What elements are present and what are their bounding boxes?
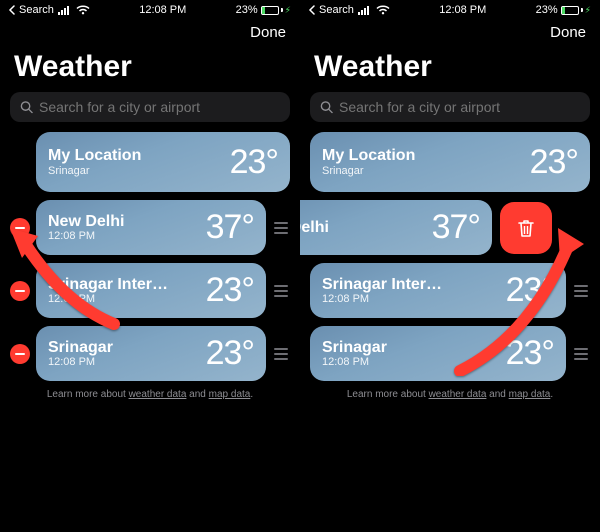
chevron-left-icon	[8, 5, 15, 15]
city-name: ew Delhi	[300, 219, 329, 237]
learn-more-footer: Learn more about weather data and map da…	[0, 389, 300, 400]
status-time: 12:08 PM	[439, 4, 486, 16]
learn-more-footer: Learn more about weather data and map da…	[300, 389, 600, 400]
city-row-my-location[interactable]: My Location Srinagar 23°	[310, 132, 590, 192]
weather-data-link[interactable]: weather data	[429, 389, 487, 400]
remove-city-button[interactable]	[10, 344, 30, 364]
remove-city-button[interactable]	[10, 218, 30, 238]
weather-data-link[interactable]: weather data	[129, 389, 187, 400]
city-name: Srinagar Inter…	[48, 276, 168, 294]
status-back-label[interactable]: Search	[19, 4, 54, 16]
reorder-handle[interactable]	[272, 222, 290, 234]
wifi-icon	[376, 5, 390, 15]
weather-card[interactable]: New Delhi 12:08 PM 37°	[36, 200, 266, 255]
charging-icon: ⚡︎	[285, 5, 291, 16]
city-name: Srinagar	[48, 339, 113, 357]
city-row[interactable]: Srinagar Inter… 12:08 PM 23°	[310, 263, 590, 318]
city-sub: 12:08 PM	[48, 230, 124, 242]
page-title: Weather	[300, 48, 600, 92]
delete-button[interactable]	[500, 202, 552, 254]
city-row-my-location[interactable]: My Location Srinagar 23°	[10, 132, 290, 192]
weather-card[interactable]: My Location Srinagar 23°	[310, 132, 590, 192]
city-name: New Delhi	[48, 213, 124, 231]
page-title: Weather	[0, 48, 300, 92]
weather-card[interactable]: Srinagar 12:08 PM 23°	[36, 326, 266, 381]
search-icon	[320, 100, 333, 114]
city-row-swiped[interactable]: ew Delhi 37°	[300, 200, 590, 255]
battery-icon	[261, 6, 283, 15]
done-button[interactable]: Done	[550, 24, 586, 41]
reorder-handle[interactable]	[572, 285, 590, 297]
temperature: 23°	[530, 143, 578, 182]
temperature: 23°	[506, 271, 554, 310]
charging-icon: ⚡︎	[585, 5, 591, 16]
reorder-handle[interactable]	[272, 348, 290, 360]
temperature: 23°	[230, 143, 278, 182]
chevron-left-icon	[308, 5, 315, 15]
map-data-link[interactable]: map data	[509, 389, 551, 400]
city-row[interactable]: Srinagar Inter… 12:08 PM 23°	[10, 263, 290, 318]
screenshot-left: Search 12:08 PM 23% ⚡︎ Done Weather	[0, 0, 300, 532]
reorder-handle[interactable]	[572, 348, 590, 360]
city-sub: 12:08 PM	[322, 356, 387, 368]
city-name: Srinagar	[322, 339, 387, 357]
city-sub: 12:08 PM	[48, 293, 168, 305]
weather-card[interactable]: Srinagar 12:08 PM 23°	[310, 326, 566, 381]
city-list: My Location Srinagar 23° ew Delhi 37°	[300, 132, 600, 381]
temperature: 23°	[506, 334, 554, 373]
city-list: My Location Srinagar 23° New Delhi 12:08…	[0, 132, 300, 381]
city-sub: 12:08 PM	[48, 356, 113, 368]
signal-icon	[58, 5, 72, 15]
done-button[interactable]: Done	[250, 24, 286, 41]
city-row[interactable]: Srinagar 12:08 PM 23°	[10, 326, 290, 381]
trash-icon	[516, 217, 536, 239]
temperature: 37°	[432, 208, 480, 247]
weather-card[interactable]: Srinagar Inter… 12:08 PM 23°	[310, 263, 566, 318]
battery-percent: 23%	[236, 4, 258, 16]
city-row[interactable]: New Delhi 12:08 PM 37°	[10, 200, 290, 255]
weather-card[interactable]: ew Delhi 37°	[300, 200, 492, 255]
city-name: My Location	[48, 147, 141, 165]
search-field[interactable]	[310, 92, 590, 122]
status-bar: Search 12:08 PM 23% ⚡︎	[300, 0, 600, 18]
map-data-link[interactable]: map data	[209, 389, 251, 400]
wifi-icon	[76, 5, 90, 15]
search-input[interactable]	[339, 99, 580, 115]
city-sub: Srinagar	[322, 165, 415, 177]
battery-icon	[561, 6, 583, 15]
search-input[interactable]	[39, 99, 280, 115]
city-sub: 12:08 PM	[322, 293, 442, 305]
city-name: Srinagar Inter…	[322, 276, 442, 294]
city-sub: Srinagar	[48, 165, 141, 177]
remove-city-button[interactable]	[10, 281, 30, 301]
reorder-handle[interactable]	[272, 285, 290, 297]
city-name: My Location	[322, 147, 415, 165]
search-icon	[20, 100, 33, 114]
temperature: 23°	[206, 271, 254, 310]
temperature: 23°	[206, 334, 254, 373]
search-field[interactable]	[10, 92, 290, 122]
status-back-label[interactable]: Search	[319, 4, 354, 16]
status-time: 12:08 PM	[139, 4, 186, 16]
status-bar: Search 12:08 PM 23% ⚡︎	[0, 0, 300, 18]
temperature: 37°	[206, 208, 254, 247]
signal-icon	[358, 5, 372, 15]
city-row[interactable]: Srinagar 12:08 PM 23°	[310, 326, 590, 381]
weather-card[interactable]: My Location Srinagar 23°	[36, 132, 290, 192]
battery-percent: 23%	[536, 4, 558, 16]
weather-card[interactable]: Srinagar Inter… 12:08 PM 23°	[36, 263, 266, 318]
screenshot-right: Search 12:08 PM 23% ⚡︎ Done Weather	[300, 0, 600, 532]
